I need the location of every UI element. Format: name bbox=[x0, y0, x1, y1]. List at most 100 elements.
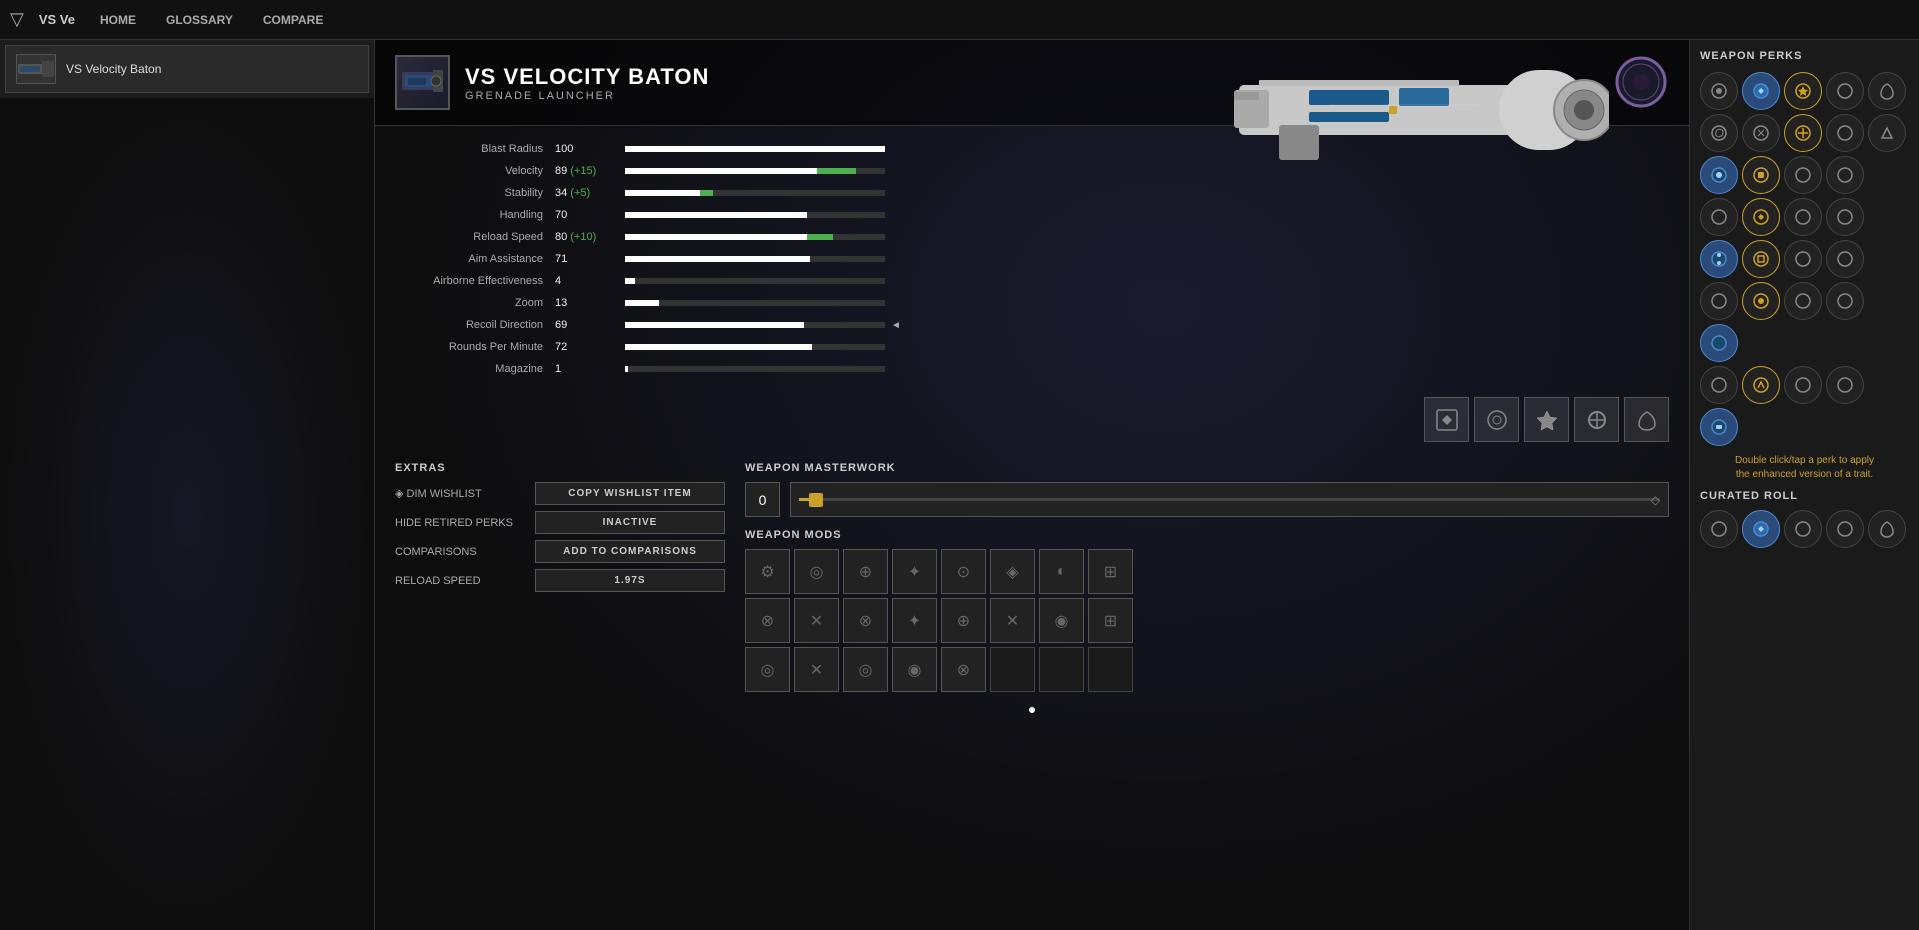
mod-cell[interactable]: ⊗ bbox=[843, 598, 888, 643]
mod-cell[interactable]: ✕ bbox=[794, 647, 839, 692]
sidebar: VS Velocity Baton bbox=[0, 40, 375, 930]
perk-4-2[interactable] bbox=[1742, 198, 1780, 236]
nav-logo: ▽ bbox=[10, 9, 24, 30]
mw-thumb[interactable] bbox=[809, 493, 823, 507]
curated-2[interactable] bbox=[1742, 510, 1780, 548]
nav-glossary[interactable]: GLOSSARY bbox=[161, 8, 238, 32]
curated-5[interactable] bbox=[1868, 510, 1906, 548]
mod-cell[interactable]: ◎ bbox=[794, 549, 839, 594]
perk-2-1[interactable] bbox=[1700, 114, 1738, 152]
perk-5-2[interactable] bbox=[1742, 240, 1780, 278]
mod-cell[interactable]: ◉ bbox=[892, 647, 937, 692]
stat-bar bbox=[625, 146, 885, 152]
extras-row: RELOAD SPEED1.97s bbox=[395, 569, 725, 592]
extras-btn-2[interactable]: ADD TO COMPARISONS bbox=[535, 540, 725, 563]
perk-5-1[interactable] bbox=[1700, 240, 1738, 278]
extras-btn-0[interactable]: COPY WISHLIST ITEM bbox=[535, 482, 725, 505]
mod-cell[interactable]: ◎ bbox=[843, 647, 888, 692]
masterwork-panel: WEAPON MASTERWORK 0 ◇ bbox=[745, 462, 1669, 517]
curated-1[interactable] bbox=[1700, 510, 1738, 548]
perk-8-3[interactable] bbox=[1784, 366, 1822, 404]
curated-3[interactable] bbox=[1784, 510, 1822, 548]
perk-9-1[interactable] bbox=[1700, 408, 1738, 446]
mod-cell[interactable]: ⊙ bbox=[941, 549, 986, 594]
mod-cell[interactable]: ◉ bbox=[1039, 598, 1084, 643]
mod-cell[interactable] bbox=[1088, 647, 1133, 692]
nav-home[interactable]: HOME bbox=[95, 8, 141, 32]
mod-cell[interactable]: ⊗ bbox=[745, 598, 790, 643]
perk-row-6 bbox=[1700, 282, 1909, 320]
perk-8-1[interactable] bbox=[1700, 366, 1738, 404]
perk-7-1[interactable] bbox=[1700, 324, 1738, 362]
perk-6-2[interactable] bbox=[1742, 282, 1780, 320]
perk-2-3[interactable] bbox=[1784, 114, 1822, 152]
mod-cell[interactable]: ✦ bbox=[892, 598, 937, 643]
perk-2-2[interactable] bbox=[1742, 114, 1780, 152]
mod-cell[interactable] bbox=[1039, 647, 1084, 692]
perk-3-2[interactable] bbox=[1742, 156, 1780, 194]
weapon-perk-icon-2[interactable] bbox=[1474, 397, 1519, 442]
mod-cell[interactable]: ⊕ bbox=[843, 549, 888, 594]
mods-panel: WEAPON MODS ⚙◎⊕✦⊙◈◐⊞⊗✕⊗✦⊕✕◉⊞◎✕◎◉⊗ bbox=[745, 529, 1669, 692]
mod-cell[interactable]: ⊕ bbox=[941, 598, 986, 643]
stat-bar bbox=[625, 300, 885, 306]
perk-8-2[interactable] bbox=[1742, 366, 1780, 404]
sidebar-weapon-item[interactable]: VS Velocity Baton bbox=[5, 45, 369, 93]
perk-4-4[interactable] bbox=[1826, 198, 1864, 236]
perk-5-3[interactable] bbox=[1784, 240, 1822, 278]
perk-6-1[interactable] bbox=[1700, 282, 1738, 320]
stat-label: Velocity bbox=[395, 165, 555, 177]
weapon-perk-icon-5[interactable] bbox=[1624, 397, 1669, 442]
mod-cell[interactable]: ◎ bbox=[745, 647, 790, 692]
perk-4-3[interactable] bbox=[1784, 198, 1822, 236]
curated-4[interactable] bbox=[1826, 510, 1864, 548]
perk-3-1[interactable] bbox=[1700, 156, 1738, 194]
perk-6-3[interactable] bbox=[1784, 282, 1822, 320]
stat-label: Magazine bbox=[395, 363, 555, 375]
stat-value: 4 bbox=[555, 275, 625, 287]
stat-row: Zoom13 bbox=[395, 294, 1669, 312]
perk-1-4[interactable] bbox=[1826, 72, 1864, 110]
mw-slider[interactable]: ◇ bbox=[790, 482, 1669, 517]
stat-label: Reload Speed bbox=[395, 231, 555, 243]
stat-label: Handling bbox=[395, 209, 555, 221]
perk-5-4[interactable] bbox=[1826, 240, 1864, 278]
stat-bar bbox=[625, 168, 885, 174]
perk-1-5[interactable] bbox=[1868, 72, 1906, 110]
weapon-perk-icon-1[interactable] bbox=[1424, 397, 1469, 442]
mod-cell[interactable]: ⊗ bbox=[941, 647, 986, 692]
mod-cell[interactable]: ✕ bbox=[794, 598, 839, 643]
mod-cell[interactable]: ✕ bbox=[990, 598, 1035, 643]
masterwork-slider-row: 0 ◇ bbox=[745, 482, 1669, 517]
perk-2-4[interactable] bbox=[1826, 114, 1864, 152]
perk-2-5[interactable] bbox=[1868, 114, 1906, 152]
stat-bar bbox=[625, 344, 885, 350]
weapon-perk-icon-3[interactable] bbox=[1524, 397, 1569, 442]
mod-cell[interactable]: ◈ bbox=[990, 549, 1035, 594]
perk-6-4[interactable] bbox=[1826, 282, 1864, 320]
stat-row: Reload Speed80 (+10) bbox=[395, 228, 1669, 246]
weapon-perk-icon-4[interactable] bbox=[1574, 397, 1619, 442]
mw-track bbox=[799, 498, 1660, 501]
perk-1-1[interactable] bbox=[1700, 72, 1738, 110]
stat-value: 70 bbox=[555, 209, 625, 221]
perk-3-3[interactable] bbox=[1784, 156, 1822, 194]
curated-title: CURATED ROLL bbox=[1700, 490, 1909, 502]
mod-cell[interactable]: ◐ bbox=[1039, 549, 1084, 594]
perk-8-4[interactable] bbox=[1826, 366, 1864, 404]
mod-cell[interactable]: ⊞ bbox=[1088, 598, 1133, 643]
mod-cell[interactable]: ⊞ bbox=[1088, 549, 1133, 594]
mod-cell[interactable]: ✦ bbox=[892, 549, 937, 594]
hint-text: Double click/tap a perk to applythe enha… bbox=[1700, 454, 1909, 482]
stat-row: Airborne Effectiveness4 bbox=[395, 272, 1669, 290]
perk-3-4[interactable] bbox=[1826, 156, 1864, 194]
mw-level: 0 bbox=[745, 482, 780, 517]
mod-cell[interactable] bbox=[990, 647, 1035, 692]
nav-compare[interactable]: COMPARE bbox=[258, 8, 328, 32]
perk-4-1[interactable] bbox=[1700, 198, 1738, 236]
extras-btn-1[interactable]: INACTIVE bbox=[535, 511, 725, 534]
extras-btn-3[interactable]: 1.97s bbox=[535, 569, 725, 592]
perk-1-2[interactable] bbox=[1742, 72, 1780, 110]
mod-cell[interactable]: ⚙ bbox=[745, 549, 790, 594]
perk-1-3[interactable] bbox=[1784, 72, 1822, 110]
